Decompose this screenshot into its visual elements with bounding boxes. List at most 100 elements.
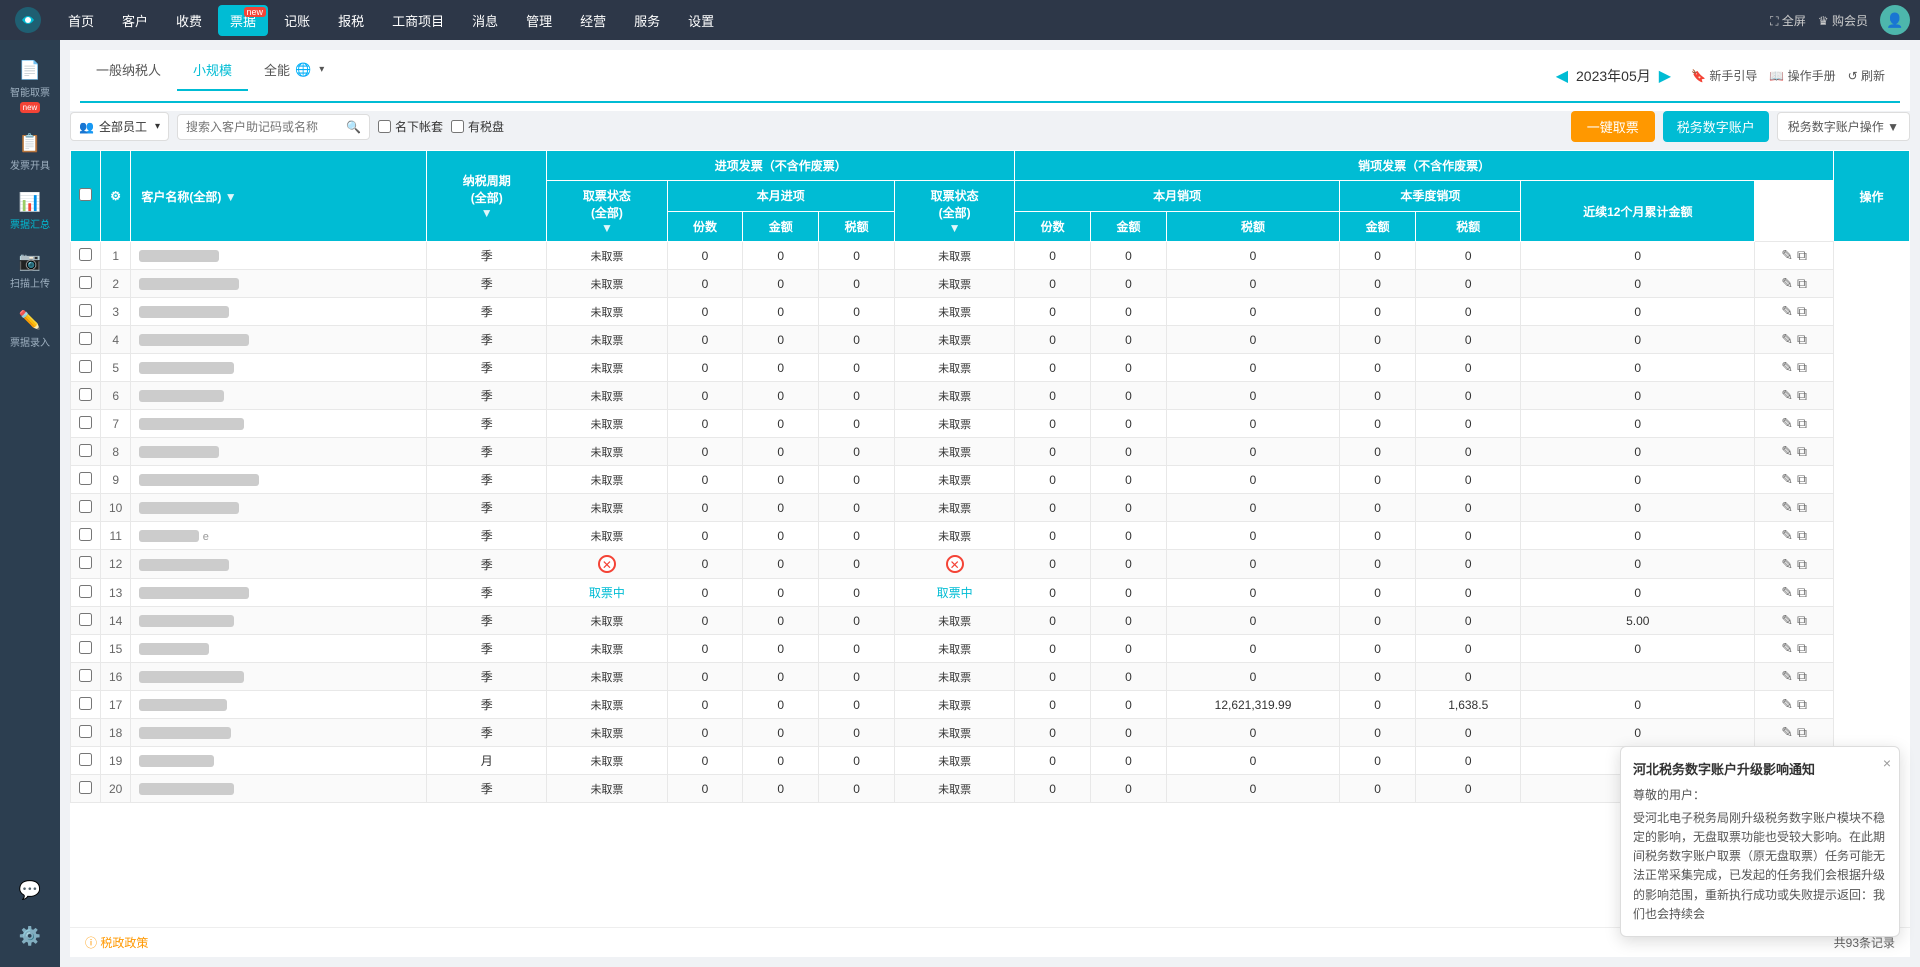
- copy-icon[interactable]: ⧉: [1797, 415, 1807, 432]
- manual-link[interactable]: 📖 操作手册: [1769, 67, 1835, 84]
- customer-search-input[interactable]: [186, 120, 341, 134]
- has-taxpad-checkbox[interactable]: [451, 120, 464, 133]
- edit-icon[interactable]: ✎: [1781, 443, 1793, 460]
- row-checkbox[interactable]: [79, 416, 92, 429]
- row-checkbox[interactable]: [79, 641, 92, 654]
- row-checkbox[interactable]: [79, 697, 92, 710]
- copy-icon[interactable]: ⧉: [1797, 527, 1807, 544]
- row-checkbox[interactable]: [79, 304, 92, 317]
- nav-message[interactable]: 消息: [460, 5, 510, 36]
- sidebar-item-msg[interactable]: 💬: [14, 870, 46, 911]
- row-checkbox[interactable]: [79, 444, 92, 457]
- edit-icon[interactable]: ✎: [1781, 527, 1793, 544]
- select-all-checkbox[interactable]: [79, 188, 92, 201]
- new-guide-link[interactable]: 🔖 新手引导: [1691, 67, 1757, 84]
- sidebar-item-invoice-entry[interactable]: ✏️ 票据录入: [0, 300, 60, 359]
- edit-icon[interactable]: ✎: [1781, 471, 1793, 488]
- row-checkbox[interactable]: [79, 585, 92, 598]
- edit-icon[interactable]: ✎: [1781, 640, 1793, 657]
- edit-icon[interactable]: ✎: [1781, 556, 1793, 573]
- out-status-filter-icon[interactable]: ▼: [949, 221, 961, 235]
- copy-icon[interactable]: ⧉: [1797, 640, 1807, 657]
- row-checkbox[interactable]: [79, 753, 92, 766]
- edit-icon[interactable]: ✎: [1781, 275, 1793, 292]
- copy-icon[interactable]: ⧉: [1797, 612, 1807, 629]
- nav-service[interactable]: 服务: [622, 5, 672, 36]
- edit-icon[interactable]: ✎: [1781, 415, 1793, 432]
- my-accounts-checkbox-label[interactable]: 名下帐套: [378, 118, 443, 135]
- row-checkbox[interactable]: [79, 332, 92, 345]
- next-month-btn[interactable]: ▶: [1659, 66, 1671, 86]
- edit-icon[interactable]: ✎: [1781, 499, 1793, 516]
- sidebar-item-smart-ticket[interactable]: 📄 智能取票 new: [0, 50, 60, 123]
- nav-invoice[interactable]: 票据 new: [218, 5, 268, 36]
- copy-icon[interactable]: ⧉: [1797, 359, 1807, 376]
- edit-icon[interactable]: ✎: [1781, 696, 1793, 713]
- sidebar-item-invoice-open[interactable]: 📋 发票开具: [0, 123, 60, 182]
- edit-icon[interactable]: ✎: [1781, 387, 1793, 404]
- tax-policy-link[interactable]: ⓘ 税政政策: [85, 934, 148, 951]
- tab-general-taxpayer[interactable]: 一般纳税人: [80, 50, 177, 91]
- app-logo[interactable]: [10, 2, 46, 38]
- row-checkbox[interactable]: [79, 276, 92, 289]
- nav-customer[interactable]: 客户: [110, 5, 160, 36]
- copy-icon[interactable]: ⧉: [1797, 696, 1807, 713]
- vip-btn[interactable]: ♛ 购会员: [1818, 12, 1868, 29]
- refresh-btn[interactable]: ↺ 刷新: [1848, 67, 1885, 84]
- prev-month-btn[interactable]: ◀: [1556, 66, 1568, 86]
- edit-icon[interactable]: ✎: [1781, 359, 1793, 376]
- filter-icon[interactable]: ▼: [225, 190, 237, 204]
- copy-icon[interactable]: ⧉: [1797, 556, 1807, 573]
- sidebar-item-set[interactable]: ⚙️: [14, 916, 46, 957]
- row-checkbox[interactable]: [79, 360, 92, 373]
- nav-business[interactable]: 工商项目: [380, 5, 456, 36]
- copy-icon[interactable]: ⧉: [1797, 499, 1807, 516]
- tax-account-op-btn[interactable]: 税务数字账户操作 ▼: [1777, 112, 1910, 141]
- row-checkbox[interactable]: [79, 472, 92, 485]
- edit-icon[interactable]: ✎: [1781, 612, 1793, 629]
- row-checkbox[interactable]: [79, 528, 92, 541]
- row-checkbox[interactable]: [79, 613, 92, 626]
- copy-icon[interactable]: ⧉: [1797, 471, 1807, 488]
- row-checkbox[interactable]: [79, 669, 92, 682]
- settings-icon[interactable]: ⚙: [110, 189, 121, 203]
- nav-tax[interactable]: 报税: [326, 5, 376, 36]
- in-status-filter-icon[interactable]: ▼: [601, 221, 613, 235]
- popup-close-btn[interactable]: ×: [1883, 755, 1891, 771]
- nav-fee[interactable]: 收费: [164, 5, 214, 36]
- one-click-ticket-btn[interactable]: 一键取票: [1571, 111, 1655, 142]
- nav-bookkeep[interactable]: 记账: [272, 5, 322, 36]
- edit-icon[interactable]: ✎: [1781, 331, 1793, 348]
- tab-small-scale[interactable]: 小规模: [177, 50, 248, 91]
- nav-home[interactable]: 首页: [56, 5, 106, 36]
- nav-settings[interactable]: 设置: [676, 5, 726, 36]
- row-checkbox[interactable]: [79, 248, 92, 261]
- user-avatar[interactable]: 👤: [1880, 5, 1910, 35]
- has-taxpad-checkbox-label[interactable]: 有税盘: [451, 118, 504, 135]
- sidebar-item-invoice-summary[interactable]: 📊 票据汇总: [0, 182, 60, 241]
- nav-manage[interactable]: 管理: [514, 5, 564, 36]
- edit-icon[interactable]: ✎: [1781, 584, 1793, 601]
- row-checkbox[interactable]: [79, 388, 92, 401]
- tax-account-btn[interactable]: 税务数字账户: [1663, 111, 1769, 142]
- sidebar-item-scan-upload[interactable]: 📷 扫描上传: [0, 241, 60, 300]
- copy-icon[interactable]: ⧉: [1797, 247, 1807, 264]
- row-checkbox[interactable]: [79, 781, 92, 794]
- copy-icon[interactable]: ⧉: [1797, 443, 1807, 460]
- cycle-filter-icon[interactable]: ▼: [481, 206, 493, 220]
- edit-icon[interactable]: ✎: [1781, 668, 1793, 685]
- fullscreen-btn[interactable]: ⛶ 全屏: [1770, 12, 1806, 29]
- copy-icon[interactable]: ⧉: [1797, 387, 1807, 404]
- row-checkbox[interactable]: [79, 500, 92, 513]
- row-checkbox[interactable]: [79, 556, 92, 569]
- nav-operate[interactable]: 经营: [568, 5, 618, 36]
- my-accounts-checkbox[interactable]: [378, 120, 391, 133]
- tab-all[interactable]: 全能 🌐 ▾: [248, 50, 340, 91]
- copy-icon[interactable]: ⧉: [1797, 584, 1807, 601]
- row-checkbox[interactable]: [79, 725, 92, 738]
- edit-icon[interactable]: ✎: [1781, 303, 1793, 320]
- copy-icon[interactable]: ⧉: [1797, 275, 1807, 292]
- employee-select[interactable]: 👥 全部员工 ▾: [70, 112, 169, 141]
- copy-icon[interactable]: ⧉: [1797, 303, 1807, 320]
- edit-icon[interactable]: ✎: [1781, 247, 1793, 264]
